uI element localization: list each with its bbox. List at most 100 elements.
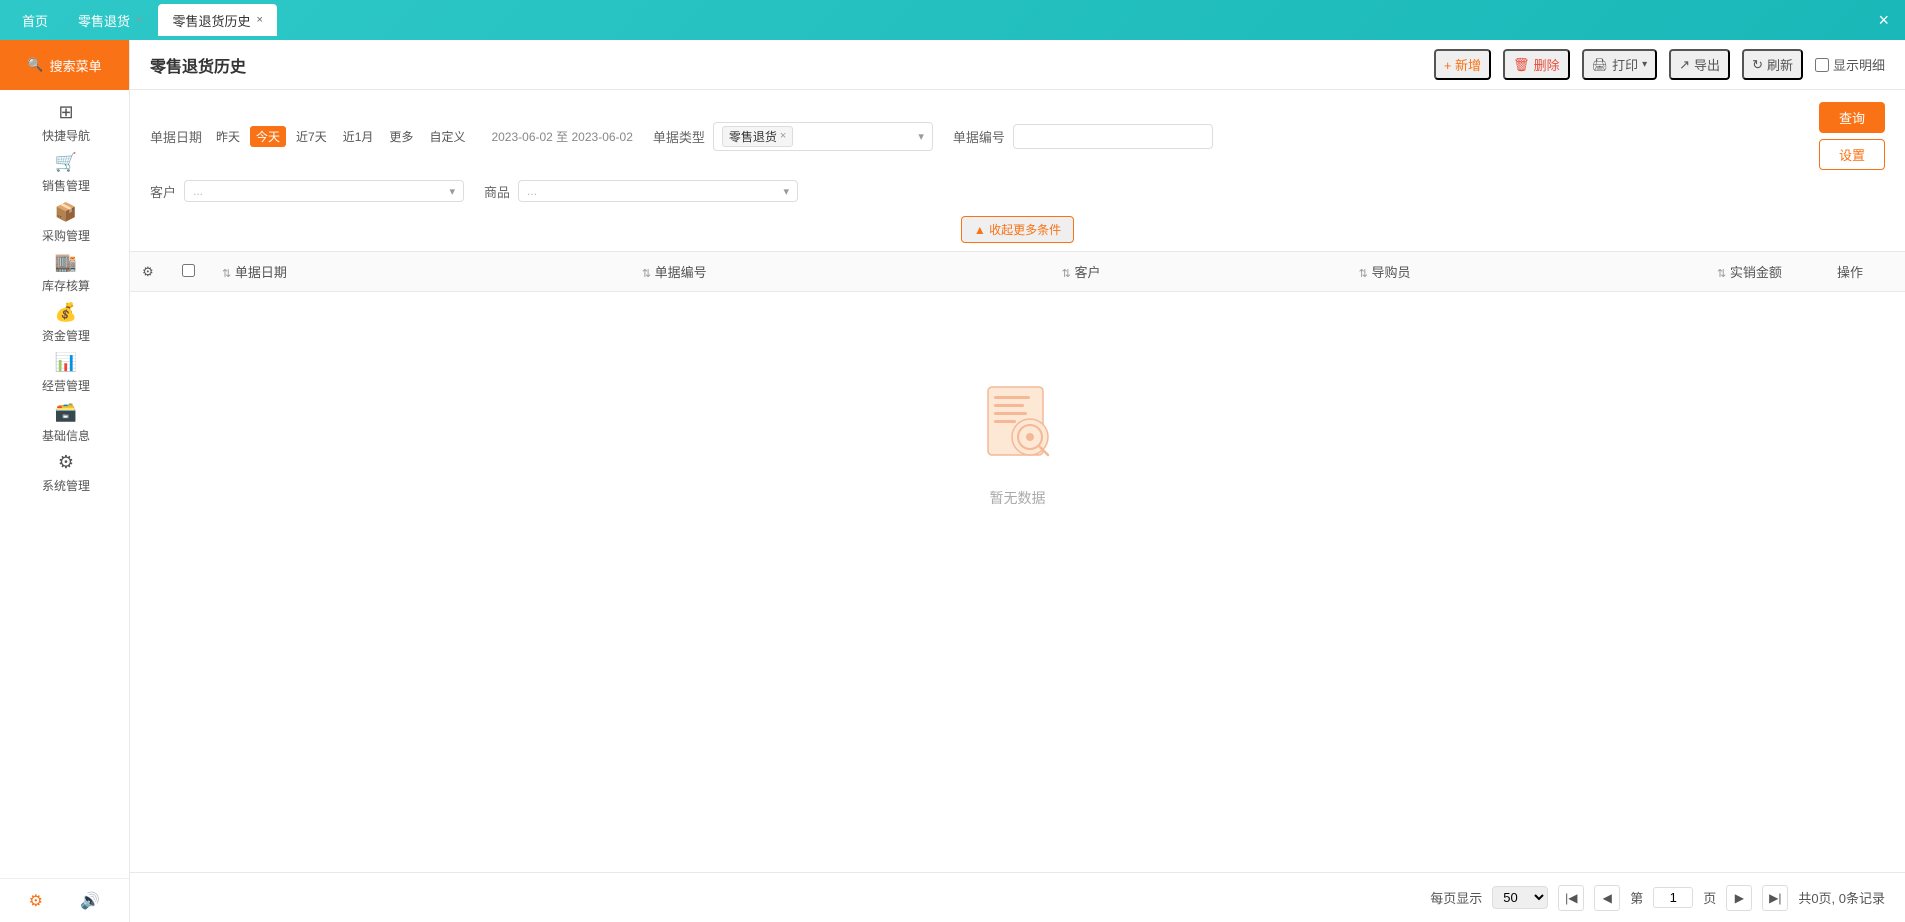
sidebar-item-inventory-label: 库存核算 bbox=[42, 277, 90, 294]
tab-retail-return-label: 零售退货 bbox=[78, 11, 130, 30]
sidebar-item-finance[interactable]: 💰 资金管理 bbox=[0, 298, 129, 348]
pagination-bar: 每页显示 10 20 50 100 |◀ ◀ 第 页 ▶ ▶| 共0页, 0条记… bbox=[130, 872, 1905, 922]
col-date[interactable]: ⇅ 单据日期 bbox=[210, 252, 630, 292]
goods-select[interactable]: ... ▾ bbox=[518, 180, 798, 202]
col-amount[interactable]: ⇅ 实销金额 bbox=[1705, 252, 1825, 292]
sidebar-bottom: ⚙ 🔊 bbox=[0, 878, 129, 922]
prev-page-button[interactable]: ◀ bbox=[1594, 885, 1620, 911]
page-size-label: 每页显示 bbox=[1430, 888, 1482, 907]
date-opt-more[interactable]: 更多 bbox=[383, 126, 419, 147]
sidebar-item-quick-nav[interactable]: ⊞ 快捷导航 bbox=[0, 98, 129, 148]
sidebar-search[interactable]: 🔍 搜索菜单 bbox=[0, 40, 129, 90]
sidebar-item-basic-info-label: 基础信息 bbox=[42, 427, 90, 444]
home-icon: ⊞ bbox=[58, 102, 73, 123]
refresh-icon: ↻ bbox=[1752, 57, 1763, 73]
col-ops-label: 操作 bbox=[1837, 265, 1863, 280]
finance-icon: 💰 bbox=[55, 302, 77, 323]
print-chevron-icon: ▾ bbox=[1642, 59, 1647, 70]
sidebar-search-label: 搜索菜单 bbox=[50, 56, 102, 75]
sidebar-item-purchase[interactable]: 📦 采购管理 bbox=[0, 198, 129, 248]
empty-text: 暂无数据 bbox=[990, 488, 1046, 508]
col-ops: 操作 bbox=[1825, 252, 1905, 292]
date-opt-1month[interactable]: 近1月 bbox=[337, 126, 380, 147]
purchase-icon: 📦 bbox=[55, 202, 77, 223]
tab-retail-return-history[interactable]: 零售退货历史 × bbox=[158, 4, 276, 36]
sidebar-item-basic-info[interactable]: 🗃️ 基础信息 bbox=[0, 398, 129, 448]
customer-select-chevron: ▾ bbox=[449, 185, 455, 198]
sound-icon[interactable]: 🔊 bbox=[80, 891, 100, 911]
filter-right-actions: 查询 设置 bbox=[1819, 102, 1885, 170]
show-detail-checkbox[interactable] bbox=[1815, 58, 1829, 72]
filter-group-type: 单据类型 零售退货 × ▾ bbox=[653, 122, 933, 151]
tab-home-label: 首页 bbox=[22, 11, 48, 30]
system-icon: ⚙ bbox=[58, 452, 74, 473]
filter-settings-button[interactable]: 设置 bbox=[1819, 139, 1885, 170]
refresh-button[interactable]: ↻ 刷新 bbox=[1742, 49, 1803, 80]
type-tag-value: 零售退货 bbox=[729, 128, 777, 145]
new-button-label: + 新增 bbox=[1444, 55, 1481, 74]
next-page-button[interactable]: ▶ bbox=[1726, 885, 1752, 911]
tab-retail-return[interactable]: 零售退货 × bbox=[64, 4, 156, 36]
refresh-button-label: 刷新 bbox=[1767, 55, 1793, 74]
page-title: 零售退货历史 bbox=[150, 53, 246, 77]
type-select-chevron: ▾ bbox=[918, 130, 924, 143]
customer-select[interactable]: ... ▾ bbox=[184, 180, 464, 202]
query-button[interactable]: 查询 bbox=[1819, 102, 1885, 133]
tab-home[interactable]: 首页 bbox=[8, 4, 62, 36]
table-area: ⚙ ⇅ 单据日期 ⇅ 单据编号 bbox=[130, 252, 1905, 872]
tab-retail-return-history-close[interactable]: × bbox=[256, 14, 262, 26]
date-opt-7days[interactable]: 近7天 bbox=[290, 126, 333, 147]
print-icon: 🖨 bbox=[1592, 57, 1609, 73]
show-detail-toggle[interactable]: 显示明细 bbox=[1815, 55, 1885, 74]
page-size-select[interactable]: 10 20 50 100 bbox=[1492, 886, 1548, 909]
filter-group-date: 单据日期 昨天 今天 近7天 近1月 更多 自定义 bbox=[150, 126, 471, 147]
docno-label: 单据编号 bbox=[953, 127, 1005, 146]
new-button[interactable]: + 新增 bbox=[1434, 49, 1491, 80]
type-tag-remove[interactable]: × bbox=[780, 130, 786, 142]
date-opt-yesterday[interactable]: 昨天 bbox=[210, 126, 246, 147]
filter-group-docno: 单据编号 bbox=[953, 124, 1213, 149]
select-all-checkbox[interactable] bbox=[182, 264, 195, 277]
export-button-label: 导出 bbox=[1694, 55, 1720, 74]
page-actions: + 新增 🗑 删除 🖨 打印 ▾ ↗ 导出 ↻ 刷新 bbox=[1434, 49, 1885, 80]
basic-info-icon: 🗃️ bbox=[55, 402, 77, 423]
last-page-button[interactable]: ▶| bbox=[1762, 885, 1788, 911]
window-close-button[interactable]: × bbox=[1870, 6, 1897, 35]
date-opt-today[interactable]: 今天 bbox=[250, 126, 286, 147]
sidebar-item-finance-label: 资金管理 bbox=[42, 327, 90, 344]
export-button[interactable]: ↗ 导出 bbox=[1669, 49, 1730, 80]
sidebar-item-inventory[interactable]: 🏬 库存核算 bbox=[0, 248, 129, 298]
search-icon: 🔍 bbox=[27, 57, 43, 73]
col-settings[interactable]: ⚙ bbox=[130, 252, 170, 292]
delete-button[interactable]: 🗑 删除 bbox=[1503, 49, 1570, 80]
col-checkbox[interactable] bbox=[170, 252, 210, 292]
col-docno-label: 单据编号 bbox=[655, 265, 707, 280]
col-guide-label: 导购员 bbox=[1371, 265, 1410, 280]
sidebar-item-sales[interactable]: 🛒 销售管理 bbox=[0, 148, 129, 198]
page-suffix: 页 bbox=[1703, 888, 1716, 907]
page-header: 零售退货历史 + 新增 🗑 删除 🖨 打印 ▾ ↗ 导出 bbox=[130, 40, 1905, 90]
type-label: 单据类型 bbox=[653, 127, 705, 146]
date-opt-custom[interactable]: 自定义 bbox=[423, 126, 471, 147]
sidebar-nav: ⊞ 快捷导航 🛒 销售管理 📦 采购管理 🏬 库存核算 💰 资金管理 📊 bbox=[0, 90, 129, 878]
first-page-button[interactable]: |◀ bbox=[1558, 885, 1584, 911]
col-guide[interactable]: ⇅ 导购员 bbox=[1347, 252, 1705, 292]
print-button[interactable]: 🖨 打印 ▾ bbox=[1582, 49, 1658, 80]
col-customer[interactable]: ⇅ 客户 bbox=[1050, 252, 1347, 292]
filter-group-customer: 客户 ... ▾ bbox=[150, 180, 464, 202]
collapse-filter-button[interactable]: ▲ 收起更多条件 bbox=[961, 216, 1074, 243]
date-options: 昨天 今天 近7天 近1月 更多 自定义 bbox=[210, 126, 471, 147]
docno-input[interactable] bbox=[1013, 124, 1213, 149]
filter-settings-button-label: 设置 bbox=[1839, 148, 1865, 163]
page-number-input[interactable] bbox=[1653, 887, 1693, 908]
filter-row-1: 单据日期 昨天 今天 近7天 近1月 更多 自定义 2023-06-02 至 2… bbox=[150, 102, 1885, 170]
sidebar-item-operations[interactable]: 📊 经营管理 bbox=[0, 348, 129, 398]
sidebar-item-sales-label: 销售管理 bbox=[42, 177, 90, 194]
sidebar-item-system[interactable]: ⚙ 系统管理 bbox=[0, 448, 129, 498]
sidebar-item-system-label: 系统管理 bbox=[42, 477, 90, 494]
col-docno[interactable]: ⇅ 单据编号 bbox=[630, 252, 1050, 292]
settings-gear-icon[interactable]: ⚙ bbox=[29, 891, 43, 911]
tab-retail-return-close[interactable]: × bbox=[136, 14, 142, 26]
type-select[interactable]: 零售退货 × ▾ bbox=[713, 122, 933, 151]
tab-list: 首页 零售退货 × 零售退货历史 × bbox=[8, 4, 1870, 36]
